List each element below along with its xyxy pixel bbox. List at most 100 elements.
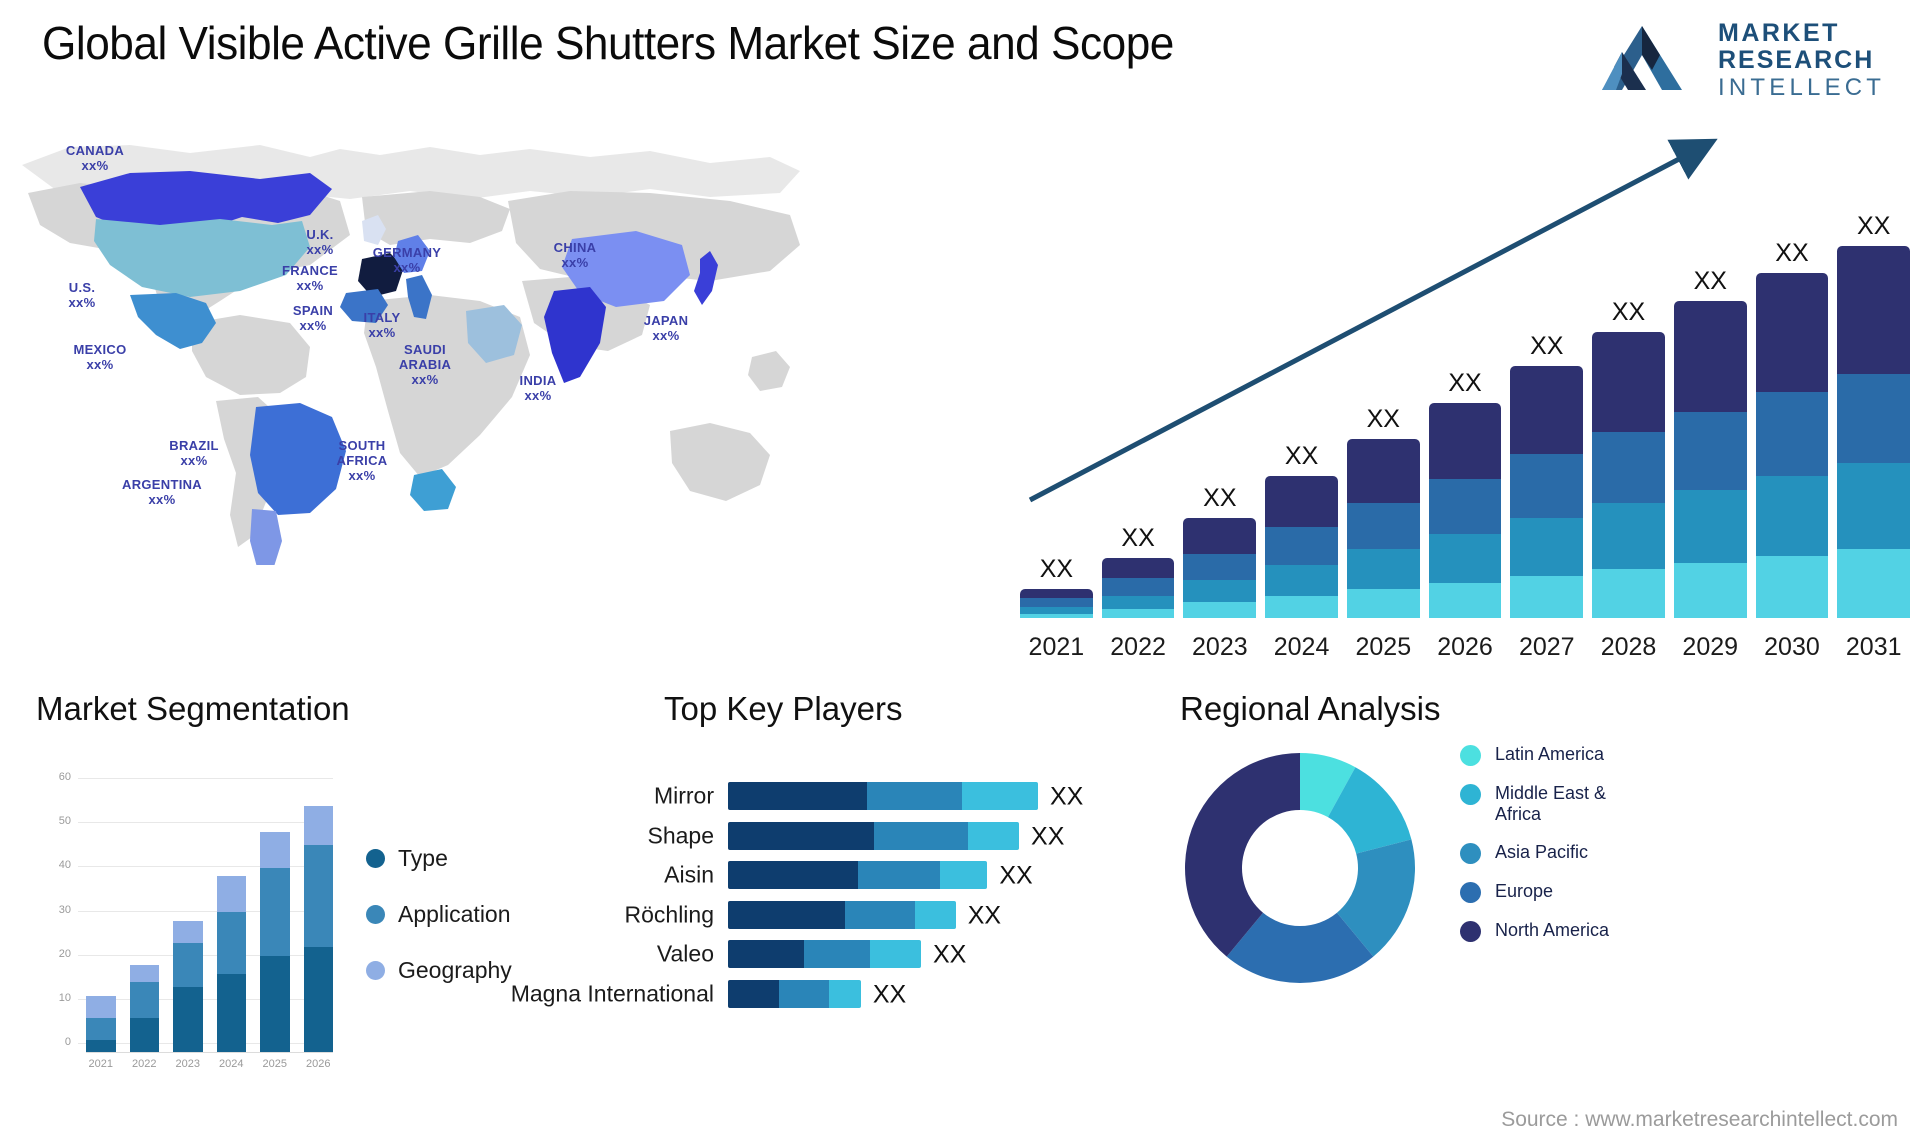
logo-line-3: INTELLECT: [1718, 74, 1886, 101]
legend-dot-icon: [366, 905, 385, 924]
bar-segment-segment-1-dark-navy: [1020, 589, 1093, 599]
map-label-percent: xx%: [411, 372, 439, 387]
bar-column: XX: [1510, 198, 1584, 618]
player-name-label: Valeo: [656, 940, 714, 967]
bar-column: XX: [1673, 198, 1747, 618]
bar-segment-segment-1-dark-navy: [1510, 365, 1584, 455]
market-segmentation-panel: Market Segmentation 60 50 40 30 20 10 0 2021 20…: [36, 690, 636, 1110]
player-name-label: Mirror: [653, 782, 714, 809]
bar-column: XX: [1837, 198, 1911, 618]
map-label-france: FRANCE xx%: [264, 263, 356, 293]
bar-column: XX: [1592, 198, 1665, 618]
map-label-india: INDIA xx%: [492, 373, 584, 403]
player-bar-segment-share-2-mid: [803, 940, 871, 968]
bar-segment-segment-1-dark-navy: [1673, 301, 1747, 413]
bar-year-label: 2030: [1764, 633, 1820, 661]
player-bar: [728, 940, 921, 968]
regional-legend-item: Latin America: [1460, 744, 1645, 766]
regional-legend-label: Latin America: [1495, 744, 1605, 764]
bar-year-label: 2022: [1110, 633, 1166, 661]
segmentation-legend-item: Type: [366, 845, 512, 872]
segmentation-segment-type: [216, 973, 246, 1053]
bar-segment-segment-4-cyan: [1265, 595, 1338, 618]
bar-segment-segment-1-dark-navy: [1265, 476, 1338, 528]
segmentation-segment-geography: [173, 920, 203, 943]
map-label-percent: xx%: [180, 453, 208, 468]
bar-segment-segment-2-steel-blue: [1101, 578, 1175, 596]
bar-column: XX: [1755, 198, 1829, 618]
segmentation-segment-type: [86, 1039, 116, 1053]
segmentation-bar: [173, 788, 203, 1053]
bar-segment-segment-4-cyan: [1510, 575, 1584, 618]
bar-year-label: 2025: [1355, 633, 1412, 661]
regional-legend-item: Asia Pacific: [1460, 842, 1645, 864]
map-label-percent: xx%: [348, 468, 376, 483]
bar-segment-segment-2-steel-blue: [1510, 454, 1584, 519]
legend-dot-icon: [1460, 843, 1481, 864]
bar-stack: [1510, 365, 1584, 618]
map-label-name: CHINA: [553, 240, 597, 255]
segmentation-legend: Type Application Geography: [366, 845, 512, 1013]
regional-legend-label: Europe: [1495, 881, 1554, 901]
segmentation-segment-application: [129, 982, 159, 1018]
bar-segment-segment-3-teal-blue: [1101, 595, 1175, 610]
legend-dot-icon: [366, 849, 385, 868]
segmentation-y-tick: 10: [58, 991, 71, 1004]
map-country-south-africa: [410, 469, 456, 511]
bar-value-label: XX: [1039, 555, 1074, 584]
map-label-south-africa: SOUTH AFRICA xx%: [316, 438, 408, 483]
map-label-name: ARGENTINA: [122, 477, 202, 492]
bar-column: XX: [1183, 198, 1257, 618]
bar-segment-segment-2-steel-blue: [1837, 374, 1911, 463]
bar-year-label: 2026: [1437, 633, 1493, 661]
segmentation-gridline: [78, 778, 333, 779]
player-name-label: Aisin: [664, 861, 714, 888]
map-label-canada: CANADA xx%: [49, 143, 141, 173]
bar-value-label: XX: [1611, 298, 1646, 327]
bar-year-label: 2028: [1600, 633, 1657, 661]
bar-segment-segment-3-teal-blue: [1755, 476, 1829, 556]
segmentation-x-label: 2026: [306, 1058, 331, 1070]
regional-legend-label: North America: [1495, 920, 1610, 940]
segmentation-segment-geography: [216, 876, 246, 912]
segmentation-segment-type: [303, 947, 333, 1053]
map-label-name: FRANCE: [282, 263, 338, 278]
bar-column: XX: [1265, 198, 1338, 618]
player-value-label: XX: [967, 901, 1002, 929]
segmentation-segment-application: [303, 845, 333, 947]
segmentation-x-label: 2022: [132, 1058, 157, 1070]
map-country-india: [544, 287, 606, 383]
player-bar: [728, 861, 988, 889]
map-label-name: GERMANY: [372, 245, 442, 260]
segmentation-legend-label: Geography: [398, 957, 512, 983]
regional-legend-item: Europe: [1460, 881, 1645, 903]
map-label-japan: JAPAN xx%: [620, 313, 712, 343]
legend-dot-icon: [1460, 745, 1481, 766]
bar-segment-segment-2-steel-blue: [1428, 478, 1502, 534]
bar-year-label: 2029: [1682, 633, 1739, 661]
map-label-mexico: MEXICO xx%: [54, 342, 146, 372]
bar-stack: [1837, 246, 1911, 618]
bar-segment-segment-1-dark-navy: [1428, 403, 1502, 479]
player-bar-segment-share-2-mid: [778, 979, 830, 1008]
world-map: CANADA xx% U.S. xx% MEXICO xx% BRAZIL xx% ARGENT…: [10, 105, 820, 565]
map-label-name: MEXICO: [73, 342, 127, 357]
player-bar: [728, 900, 956, 929]
map-label-percent: xx%: [68, 295, 96, 310]
player-bar-segment-share-1-dark: [728, 861, 858, 889]
logo-line-1: MARKET: [1718, 19, 1840, 47]
bar-column: XX: [1428, 198, 1502, 618]
bar-segment-segment-2-steel-blue: [1673, 412, 1747, 490]
player-bar: [728, 782, 1038, 810]
map-label-percent: xx%: [81, 158, 109, 173]
legend-dot-icon: [1460, 882, 1481, 903]
player-value-label: XX: [1031, 822, 1065, 850]
segmentation-segment-geography: [260, 832, 290, 868]
segmentation-segment-geography: [129, 964, 159, 983]
bar-segment-segment-2-steel-blue: [1592, 432, 1665, 503]
map-label-percent: xx%: [652, 328, 680, 343]
bar-segment-segment-3-teal-blue: [1346, 549, 1420, 590]
map-label-percent: xx%: [148, 492, 176, 507]
map-label-percent: xx%: [296, 278, 324, 293]
bar-stack: [1183, 518, 1257, 618]
